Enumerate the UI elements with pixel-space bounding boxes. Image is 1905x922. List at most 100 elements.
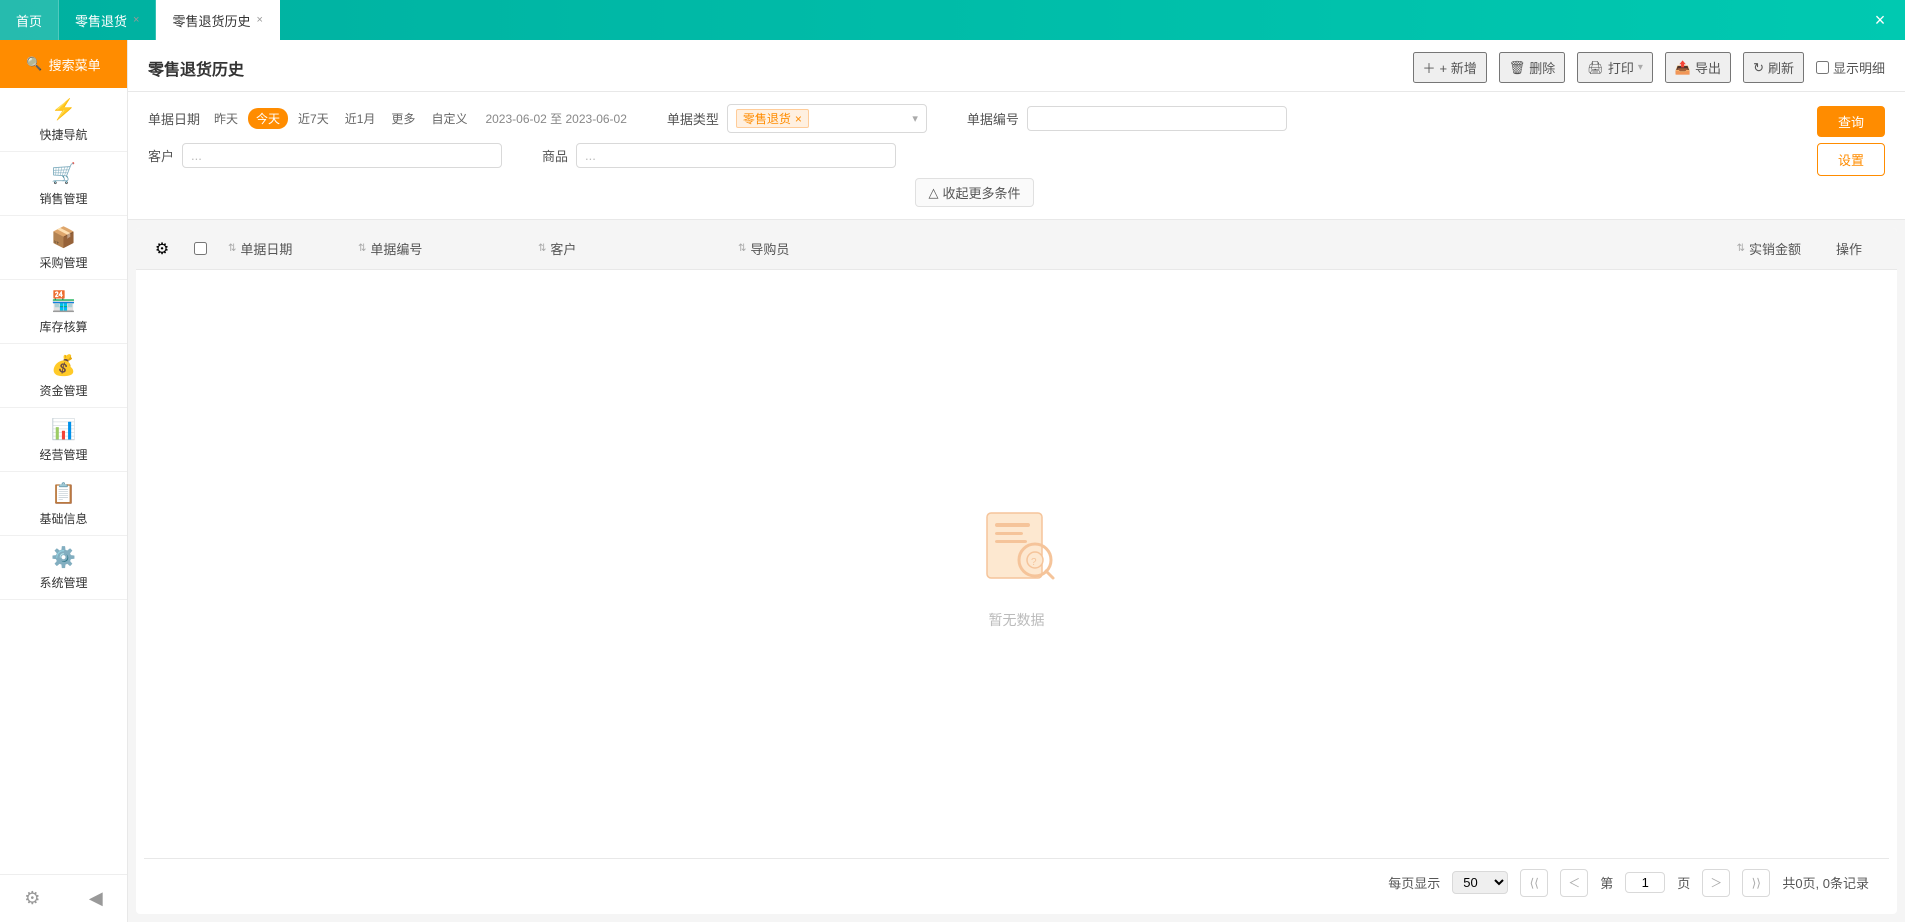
page-label: 第 [1600, 873, 1613, 892]
filter-goods-item: 商品 [542, 143, 896, 168]
tab-home[interactable]: 首页 [0, 0, 59, 40]
bill-type-dropdown-icon: ▾ [912, 112, 918, 125]
add-label: + 新增 [1440, 58, 1477, 77]
sidebar-item-inventory[interactable]: 🏪 库存核算 [0, 280, 127, 344]
th-billno-label: 单据编号 [370, 239, 422, 258]
sidebar-item-inventory-label: 库存核算 [39, 318, 87, 335]
goods-input[interactable] [576, 143, 896, 168]
delete-label: 删除 [1529, 58, 1555, 77]
pagination-bar: 每页显示 10 20 50 100 ⟨⟨ ＜ 第 页 ＞ ⟩⟩ 共0页, 0条记… [144, 858, 1889, 906]
th-billno[interactable]: ⇅ 单据编号 [350, 239, 530, 258]
refresh-button[interactable]: ↻ 刷新 [1743, 52, 1804, 83]
print-button[interactable]: 🖨 打印 ▾ [1577, 52, 1653, 83]
export-label: 导出 [1695, 58, 1721, 77]
top-bar: 首页 零售退货 × 零售退货历史 × × [0, 0, 1905, 40]
tab-retail-return[interactable]: 零售退货 × [59, 0, 156, 40]
filter-settings-button[interactable]: 设置 [1817, 143, 1885, 176]
first-page-button[interactable]: ⟨⟨ [1520, 869, 1548, 897]
th-settings-icon[interactable]: ⚙ [144, 239, 180, 259]
date-range-display: 2023-06-02 至 2023-06-02 [485, 110, 626, 127]
date-option-more[interactable]: 更多 [385, 108, 421, 129]
filter-bill-no-item: 单据编号 [967, 106, 1287, 131]
sidebar-item-sales-label: 销售管理 [39, 190, 87, 207]
refresh-icon: ↻ [1753, 60, 1764, 76]
bill-type-tag: 零售退货 × [736, 109, 809, 128]
purchase-icon: 📦 [51, 225, 76, 250]
next-page-button[interactable]: ＞ [1702, 869, 1730, 897]
date-label: 单据日期 [148, 109, 200, 128]
th-guide-sort-icon: ⇅ [738, 243, 746, 254]
finance-icon: 💰 [51, 353, 76, 378]
sidebar-item-purchase-label: 采购管理 [39, 254, 87, 271]
prev-page-button[interactable]: ＜ [1560, 869, 1588, 897]
page-size-select[interactable]: 10 20 50 100 [1452, 871, 1508, 894]
filter-customer-item: 客户 [148, 143, 502, 168]
filter-row-2: 客户 商品 [148, 143, 1801, 168]
bill-type-select[interactable]: 零售退货 × ▾ [727, 104, 927, 133]
th-amount-sort-icon: ⇅ [1737, 243, 1745, 254]
sidebar-item-sales[interactable]: 🛒 销售管理 [0, 152, 127, 216]
sidebar-item-quick-nav[interactable]: ⚡ 快捷导航 [0, 88, 127, 152]
tab-retail-return-history[interactable]: 零售退货历史 × [156, 0, 279, 40]
collapse-icon[interactable]: ◀ [89, 888, 103, 909]
show-detail-input[interactable] [1816, 61, 1829, 74]
expand-icon: △ [928, 185, 938, 201]
sidebar-item-finance[interactable]: 💰 资金管理 [0, 344, 127, 408]
th-customer-label: 客户 [550, 239, 576, 258]
sidebar-item-system[interactable]: ⚙️ 系统管理 [0, 536, 127, 600]
date-options-group: 昨天 今天 近7天 近1月 更多 自定义 [208, 108, 473, 129]
tab-retail-return-history-label: 零售退货历史 [172, 11, 250, 30]
th-action: 操作 [1809, 239, 1889, 258]
add-button[interactable]: ＋ + 新增 [1413, 52, 1487, 83]
th-date[interactable]: ⇅ 单据日期 [220, 239, 350, 258]
window-close-button[interactable]: × [1855, 10, 1905, 31]
tab-retail-return-close-icon[interactable]: × [133, 14, 139, 26]
date-option-7days[interactable]: 近7天 [292, 108, 335, 129]
page-number-input[interactable] [1625, 872, 1665, 893]
tab-home-label: 首页 [16, 11, 42, 30]
sidebar-item-operation[interactable]: 📊 经营管理 [0, 408, 127, 472]
select-all-checkbox[interactable] [194, 242, 207, 255]
sidebar-item-purchase[interactable]: 📦 采购管理 [0, 216, 127, 280]
sidebar-item-finance-label: 资金管理 [39, 382, 87, 399]
query-button[interactable]: 查询 [1817, 106, 1885, 137]
th-checkbox[interactable] [180, 242, 220, 255]
th-date-sort-icon: ⇅ [228, 243, 236, 254]
date-option-yesterday[interactable]: 昨天 [208, 108, 244, 129]
bill-type-tag-close[interactable]: × [795, 112, 802, 126]
show-detail-checkbox[interactable]: 显示明细 [1816, 58, 1885, 77]
bill-no-label: 单据编号 [967, 109, 1019, 128]
th-billno-sort-icon: ⇅ [358, 243, 366, 254]
sidebar-search-label: 搜索菜单 [49, 55, 101, 74]
settings-gear-icon[interactable]: ⚙ [24, 888, 40, 909]
export-button[interactable]: 📤 导出 [1665, 52, 1731, 83]
tab-retail-return-history-close-icon[interactable]: × [256, 14, 262, 26]
page-title: 零售退货历史 [148, 56, 244, 80]
system-icon: ⚙️ [51, 545, 76, 570]
empty-icon: ? [967, 498, 1067, 598]
th-guide[interactable]: ⇅ 导购员 [730, 239, 880, 258]
th-date-label: 单据日期 [240, 239, 292, 258]
query-settings-col: 查询 设置 [1817, 106, 1885, 176]
delete-button[interactable]: 🗑 删除 [1499, 52, 1566, 83]
sidebar-bottom: ⚙ ◀ [0, 874, 127, 922]
th-customer[interactable]: ⇅ 客户 [530, 239, 730, 258]
date-option-custom[interactable]: 自定义 [425, 108, 473, 129]
th-guide-label: 导购员 [750, 239, 789, 258]
sidebar-search-button[interactable]: 🔍 搜索菜单 [0, 40, 127, 88]
print-dropdown-icon: ▾ [1638, 62, 1643, 73]
last-page-button[interactable]: ⟩⟩ [1742, 869, 1770, 897]
basic-icon: 📋 [51, 481, 76, 506]
empty-text: 暂无数据 [989, 610, 1045, 630]
expand-collapse-button[interactable]: △ 收起更多条件 [915, 178, 1033, 207]
bill-no-input[interactable] [1027, 106, 1287, 131]
sidebar-item-basic[interactable]: 📋 基础信息 [0, 472, 127, 536]
date-option-1month[interactable]: 近1月 [339, 108, 382, 129]
operation-icon: 📊 [51, 417, 76, 442]
th-amount[interactable]: ⇅ 实销金额 [880, 239, 1809, 258]
expand-label: 收起更多条件 [942, 183, 1020, 202]
date-option-today[interactable]: 今天 [248, 108, 288, 129]
sidebar-item-quick-nav-label: 快捷导航 [39, 126, 87, 143]
customer-input[interactable] [182, 143, 502, 168]
empty-state: ? 暂无数据 [136, 270, 1897, 858]
